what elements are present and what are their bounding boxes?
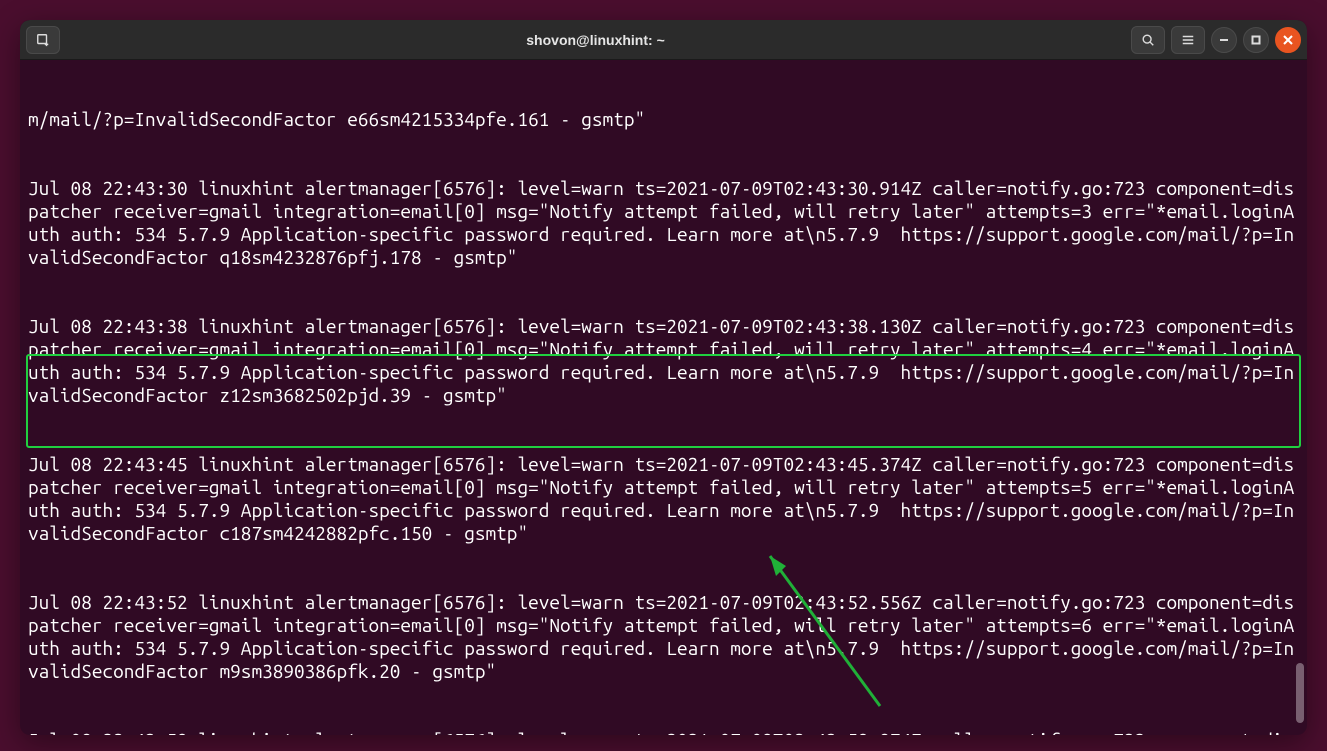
log-line: Jul 08 22:43:45 linuxhint alertmanager[6… — [28, 453, 1299, 545]
minimize-button[interactable] — [1211, 27, 1237, 53]
log-line: Jul 08 22:43:52 linuxhint alertmanager[6… — [28, 591, 1299, 683]
scrollbar-thumb[interactable] — [1296, 663, 1304, 723]
close-icon — [1283, 35, 1293, 45]
hamburger-icon — [1181, 33, 1195, 47]
window-title: shovon@linuxhint: ~ — [526, 32, 664, 48]
minimize-icon — [1219, 35, 1229, 45]
log-line: Jul 08 22:43:38 linuxhint alertmanager[6… — [28, 315, 1299, 407]
search-icon — [1141, 33, 1155, 47]
new-tab-button[interactable] — [26, 26, 60, 54]
log-line: Jul 08 22:43:59 linuxhint alertmanager[6… — [28, 729, 1299, 735]
scrollbar[interactable] — [1294, 70, 1304, 727]
close-button[interactable] — [1275, 27, 1301, 53]
maximize-button[interactable] — [1243, 27, 1269, 53]
log-line: Jul 08 22:43:30 linuxhint alertmanager[6… — [28, 177, 1299, 269]
terminal-output[interactable]: m/mail/?p=InvalidSecondFactor e66sm42153… — [20, 60, 1307, 735]
hamburger-menu-button[interactable] — [1171, 26, 1205, 54]
window-titlebar: shovon@linuxhint: ~ — [20, 20, 1307, 60]
search-button[interactable] — [1131, 26, 1165, 54]
terminal-window: shovon@linuxhint: ~ — [20, 20, 1307, 735]
maximize-icon — [1251, 35, 1261, 45]
log-line: m/mail/?p=InvalidSecondFactor e66sm42153… — [28, 108, 1299, 131]
new-tab-icon — [36, 33, 50, 47]
